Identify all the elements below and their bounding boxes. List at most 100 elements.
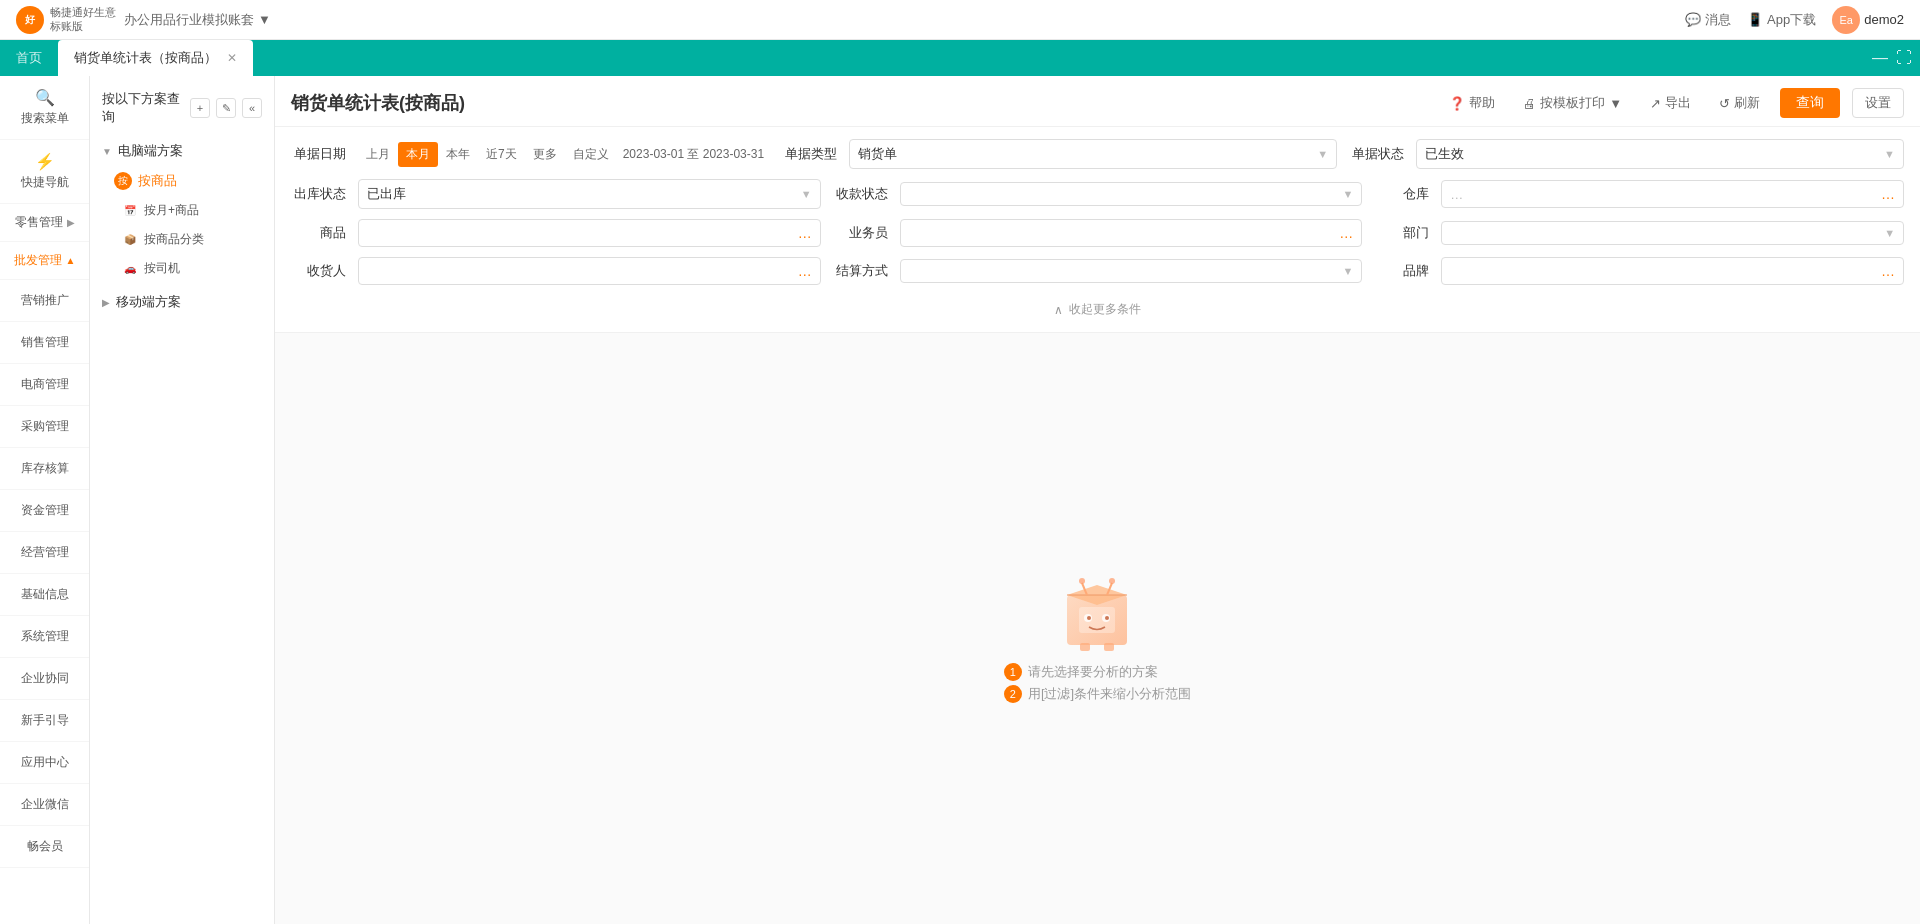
export-btn[interactable]: ↗ 导出 (1642, 90, 1699, 116)
user-name[interactable]: demo2 (1864, 12, 1904, 27)
staff-input[interactable]: … (900, 219, 1363, 247)
sidebar-system-label: 系统管理 (21, 628, 69, 645)
bill-status-input[interactable]: 已生效 ▼ (1416, 139, 1904, 169)
logo-area: 好 畅捷通好生意 标账版 (16, 6, 116, 34)
shortcuts-icon: ⚡ (35, 152, 55, 171)
collect-status-label: 收款状态 (833, 185, 888, 203)
print-btn[interactable]: 🖨 按模板打印 ▼ (1515, 90, 1630, 116)
goods-dots-icon[interactable]: … (798, 225, 812, 241)
industry-selector[interactable]: 办公用品行业模拟账套 ▼ (124, 11, 271, 29)
app-download-action[interactable]: 📱 App下载 (1747, 11, 1816, 29)
sidebar-retail-label: 零售管理 (15, 214, 63, 231)
payment-input[interactable]: ▼ (900, 259, 1363, 283)
date-btn-custom[interactable]: 自定义 (565, 142, 617, 167)
brand-label: 品牌 (1374, 262, 1429, 280)
warehouse-label: 仓库 (1374, 185, 1429, 203)
sidebar-item-shortcuts[interactable]: ⚡ 快捷导航 (0, 140, 89, 204)
sidebar-item-weixin[interactable]: 企业微信 (0, 784, 89, 826)
recipient-label: 收货人 (291, 262, 346, 280)
date-range: 2023-03-01 至 2023-03-31 (617, 146, 770, 163)
bill-type-input[interactable]: 销货单 ▼ (849, 139, 1337, 169)
empty-illustration (1047, 555, 1147, 655)
warehouse-input[interactable]: … … (1441, 180, 1904, 208)
sidebar-item-enterprise[interactable]: 企业协同 (0, 658, 89, 700)
sidebar-item-inventory[interactable]: 库存核算 (0, 448, 89, 490)
sidebar-weixin-label: 企业微信 (21, 796, 69, 813)
goods-label: 商品 (291, 224, 346, 242)
tip-text-1: 请先选择要分析的方案 (1028, 663, 1158, 681)
bill-type-label: 单据类型 (782, 145, 837, 163)
scheme-goods-category[interactable]: 📦 按商品分类 (90, 225, 274, 254)
sidebar-item-finance[interactable]: 资金管理 (0, 490, 89, 532)
sidebar-item-sales[interactable]: 销售管理 (0, 322, 89, 364)
page-title-bar: 销货单统计表(按商品) ❓ 帮助 🖨 按模板打印 ▼ ↗ 导出 (275, 76, 1920, 127)
date-btn-this-year[interactable]: 本年 (438, 142, 478, 167)
sidebar-search-label: 搜索菜单 (21, 110, 69, 127)
sidebar-item-guide[interactable]: 新手引导 (0, 700, 89, 742)
bill-status-arrow: ▼ (1884, 148, 1895, 160)
collect-status-input[interactable]: ▼ (900, 182, 1363, 206)
mobile-expand-icon: ▶ (102, 297, 110, 308)
sidebar-item-purchase[interactable]: 采购管理 (0, 406, 89, 448)
recipient-input[interactable]: … (358, 257, 821, 285)
empty-state: 1 请先选择要分析的方案 2 用[过滤]条件来缩小分析范围 (1004, 555, 1191, 703)
date-btn-this-month[interactable]: 本月 (398, 142, 438, 167)
warehouse-dots-icon[interactable]: … (1881, 186, 1895, 202)
scheme-driver[interactable]: 🚗 按司机 (90, 254, 274, 283)
bill-status-label: 单据状态 (1349, 145, 1404, 163)
date-btn-last-month[interactable]: 上月 (358, 142, 398, 167)
sidebar-item-marketing[interactable]: 营销推广 (0, 280, 89, 322)
tab-close-icon[interactable]: ✕ (227, 51, 237, 65)
sidebar-item-wholesale[interactable]: 批发管理 ▲ (0, 242, 89, 280)
edit-scheme-btn[interactable]: ✎ (216, 98, 236, 118)
sidebar-item-retail[interactable]: 零售管理 ▶ (0, 204, 89, 242)
refresh-btn[interactable]: ↺ 刷新 (1711, 90, 1768, 116)
sidebar-item-basic[interactable]: 基础信息 (0, 574, 89, 616)
recipient-dots-icon[interactable]: … (798, 263, 812, 279)
tab-home[interactable]: 首页 (0, 40, 58, 76)
scheme-month-goods[interactable]: 📅 按月+商品 (90, 196, 274, 225)
settings-btn[interactable]: 设置 (1852, 88, 1904, 118)
sidebar-item-ecommerce[interactable]: 电商管理 (0, 364, 89, 406)
sidebar-item-search[interactable]: 🔍 搜索菜单 (0, 76, 89, 140)
query-btn[interactable]: 查询 (1780, 88, 1840, 118)
scheme-category-label: 按商品分类 (144, 231, 204, 248)
expand-icon: ▼ (102, 146, 112, 157)
sidebar-item-operation[interactable]: 经营管理 (0, 532, 89, 574)
bill-type-arrow: ▼ (1317, 148, 1328, 160)
date-btn-7days[interactable]: 近7天 (478, 142, 525, 167)
dept-label: 部门 (1374, 224, 1429, 242)
brand-input[interactable]: … (1441, 257, 1904, 285)
help-btn[interactable]: ❓ 帮助 (1441, 90, 1503, 116)
goods-input[interactable]: … (358, 219, 821, 247)
scheme-goods-label: 按商品 (138, 172, 177, 190)
left-panel-title: 按以下方案查询 (102, 90, 190, 126)
tab-sales-stats[interactable]: 销货单统计表（按商品） ✕ (58, 40, 253, 76)
pc-group-header[interactable]: ▼ 电脑端方案 (90, 136, 274, 166)
sidebar-item-system[interactable]: 系统管理 (0, 616, 89, 658)
mobile-group-header[interactable]: ▶ 移动端方案 (90, 287, 274, 317)
tip-num-1: 1 (1004, 663, 1022, 681)
date-filter: 上月 本月 本年 近7天 更多 (358, 142, 770, 167)
date-btn-more[interactable]: 更多 (525, 142, 565, 167)
main-layout: 🔍 搜索菜单 ⚡ 快捷导航 零售管理 ▶ 批发管理 ▲ 营销推广 销售管理 电商… (0, 76, 1920, 924)
tab-maximize-icon[interactable]: ⛶ (1896, 49, 1912, 67)
svg-point-11 (1109, 578, 1115, 584)
scheme-by-goods[interactable]: 按 按商品 (90, 166, 274, 196)
message-action[interactable]: 💬 消息 (1685, 11, 1731, 29)
sidebar-item-member[interactable]: 畅会员 (0, 826, 89, 868)
tab-minimize-icon[interactable]: — (1872, 49, 1888, 67)
add-scheme-btn[interactable]: + (190, 98, 210, 118)
dept-input[interactable]: ▼ (1441, 221, 1904, 245)
staff-dots-icon[interactable]: … (1339, 225, 1353, 241)
sidebar-shortcuts-label: 快捷导航 (21, 174, 69, 191)
collapse-btn[interactable]: ∧ 收起更多条件 (291, 295, 1904, 320)
brand-dots-icon[interactable]: … (1881, 263, 1895, 279)
tip-text-2: 用[过滤]条件来缩小分析范围 (1028, 685, 1191, 703)
user-area[interactable]: Ea demo2 (1832, 6, 1904, 34)
sidebar-guide-label: 新手引导 (21, 712, 69, 729)
collapse-panel-btn[interactable]: « (242, 98, 262, 118)
sidebar-item-apps[interactable]: 应用中心 (0, 742, 89, 784)
out-status-input[interactable]: 已出库 ▼ (358, 179, 821, 209)
sidebar-ecommerce-label: 电商管理 (21, 376, 69, 393)
